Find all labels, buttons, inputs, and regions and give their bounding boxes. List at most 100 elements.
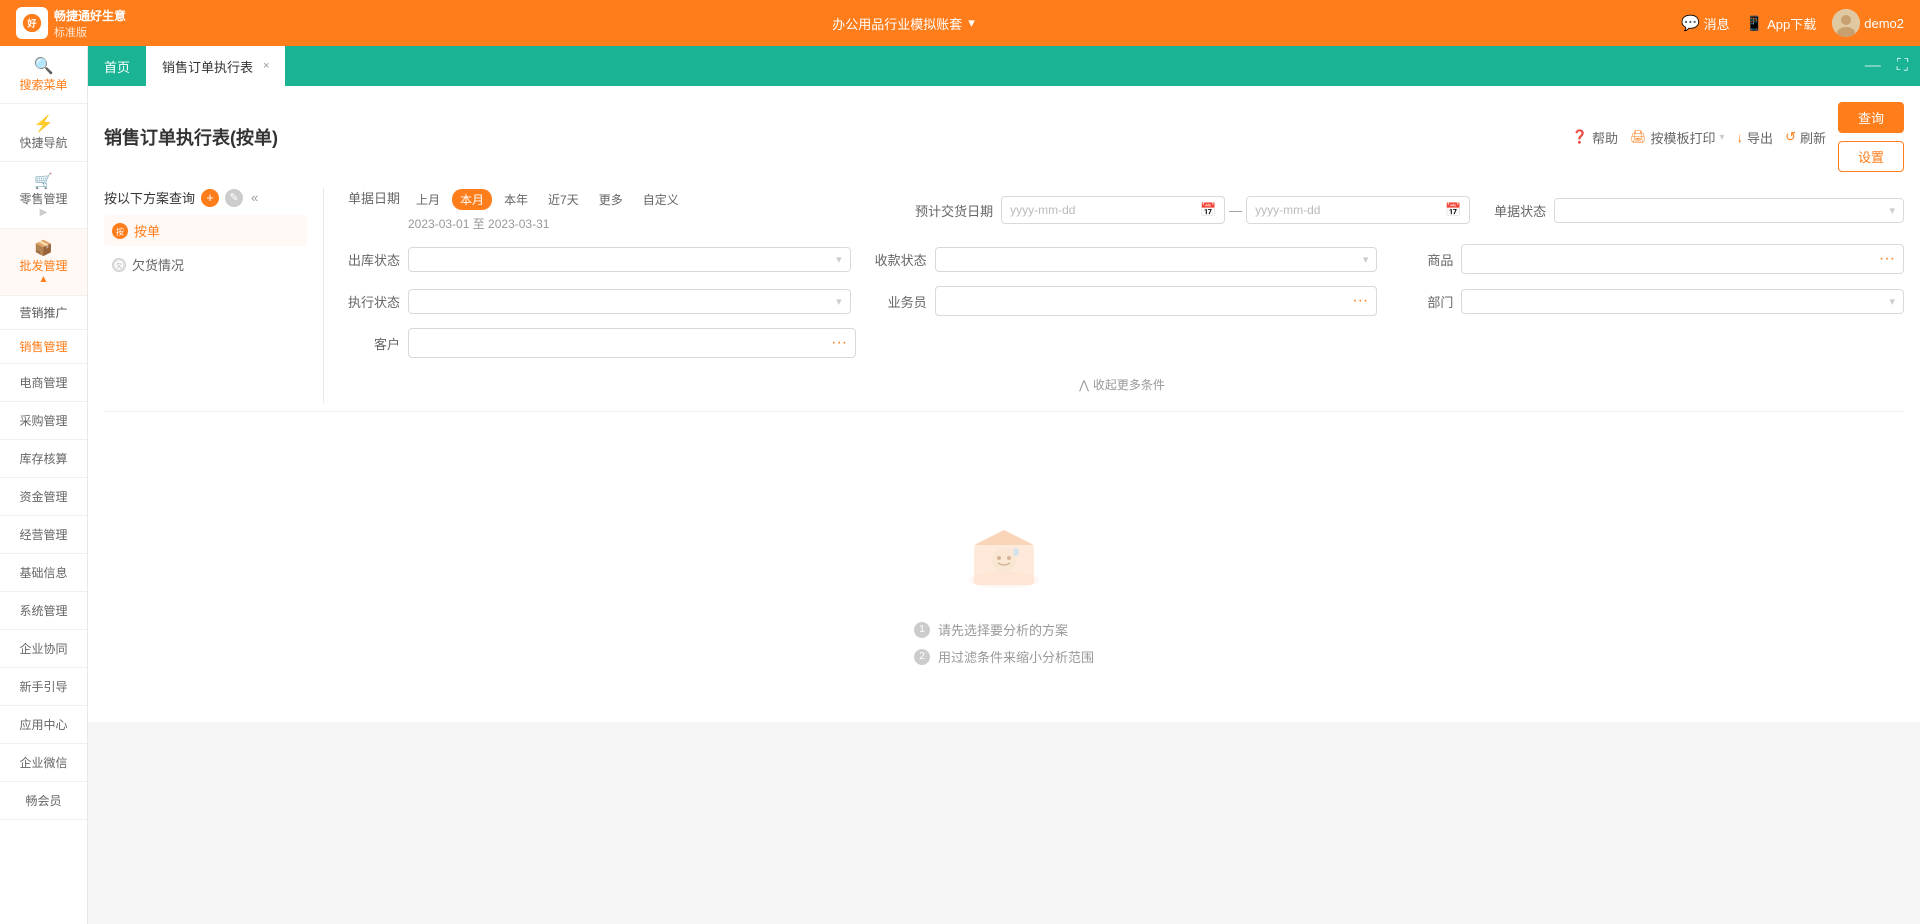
collection-status-select[interactable]: ▾ xyxy=(935,247,1378,272)
tab-bar: 首页 销售订单执行表 × — ⛶ xyxy=(88,46,1920,86)
sidebar-item-purchase[interactable]: 采购管理 xyxy=(0,402,87,440)
nav-dropdown-icon[interactable]: ▾ xyxy=(968,15,975,31)
goods-label: 商品 xyxy=(1393,250,1453,269)
export-action[interactable]: ↓ 导出 xyxy=(1737,128,1774,147)
svg-text:按: 按 xyxy=(116,226,124,236)
logo-icon: 好 xyxy=(16,7,48,39)
tab-close-icon[interactable]: × xyxy=(263,60,269,72)
sidebar-item-system[interactable]: 系统管理 xyxy=(0,592,87,630)
filter-doc-status: 单据状态 ▾ xyxy=(1486,198,1904,223)
plan-item-quhuo[interactable]: 欠 欠货情况 xyxy=(104,250,307,279)
tab-bar-right: — ⛶ xyxy=(1861,53,1920,79)
tab-this-month[interactable]: 本月 xyxy=(452,189,492,210)
app-download-icon: 📱 xyxy=(1746,15,1763,32)
predicted-date-to[interactable]: yyyy-mm-dd 📅 xyxy=(1246,196,1470,224)
tab-minimize-icon[interactable]: — xyxy=(1861,53,1885,79)
add-plan-btn[interactable]: + xyxy=(201,189,219,207)
sidebar-item-finance[interactable]: 资金管理 xyxy=(0,478,87,516)
query-button[interactable]: 查询 xyxy=(1838,102,1904,133)
logo-text: 畅捷通好生意 标准版 xyxy=(54,7,126,40)
salesperson-label: 业务员 xyxy=(867,292,927,311)
sidebar-item-quick-nav[interactable]: ⚡ 快捷导航 xyxy=(0,104,87,162)
tab-more[interactable]: 更多 xyxy=(591,188,631,211)
print-dropdown-icon: ▾ xyxy=(1720,132,1725,143)
goods-input[interactable]: ··· xyxy=(1461,244,1904,274)
predicted-date-from[interactable]: yyyy-mm-dd 📅 xyxy=(1001,196,1225,224)
customer-label: 客户 xyxy=(340,334,400,353)
print-action[interactable]: 🖨 按模板打印 ▾ xyxy=(1630,128,1725,147)
edit-plan-btn[interactable]: ✎ xyxy=(225,189,243,207)
sidebar-item-ecommerce[interactable]: 电商管理 xyxy=(0,364,87,402)
tab-maximize-icon[interactable]: ⛶ xyxy=(1893,53,1912,79)
wholesale-icon: 📦 xyxy=(4,239,83,257)
plan-icon: 按 xyxy=(112,223,128,239)
sidebar-item-newbie[interactable]: 新手引导 xyxy=(0,668,87,706)
exec-status-select[interactable]: ▾ xyxy=(408,289,851,314)
customer-input[interactable]: ··· xyxy=(408,328,856,358)
export-label: 导出 xyxy=(1747,128,1773,147)
sidebar-item-basics[interactable]: 基础信息 xyxy=(0,554,87,592)
plan-label-quhuo: 欠货情况 xyxy=(132,255,184,274)
tip-text-2: 用过滤条件来缩小分析范围 xyxy=(938,647,1094,666)
sidebar: 🔍 搜索菜单 ⚡ 快捷导航 🛒 零售管理 ▶ 📦 批发管理 ▲ 营销推广 销售管… xyxy=(0,46,88,924)
sidebar-item-operations[interactable]: 经营管理 xyxy=(0,516,87,554)
out-status-dropdown-icon: ▾ xyxy=(836,253,842,266)
sidebar-item-wechat[interactable]: 企业微信 xyxy=(0,744,87,782)
dept-dropdown-icon: ▾ xyxy=(1889,295,1895,308)
avatar xyxy=(1832,9,1860,37)
goods-dots-btn[interactable]: ··· xyxy=(1879,250,1895,268)
calendar-icon-to: 📅 xyxy=(1445,202,1461,218)
tab-last-month[interactable]: 上月 xyxy=(408,188,448,211)
tab-home-label: 首页 xyxy=(104,57,130,76)
plan-item-bidan[interactable]: 按 按单 xyxy=(104,215,307,246)
search-icon: 🔍 xyxy=(4,56,83,76)
salesperson-dots-btn[interactable]: ··· xyxy=(1352,292,1368,310)
tip-num-1: 1 xyxy=(914,622,930,638)
sidebar-item-member[interactable]: 畅会员 xyxy=(0,782,87,820)
doc-status-select[interactable]: ▾ xyxy=(1554,198,1904,223)
tab-home[interactable]: 首页 xyxy=(88,46,146,86)
filter-out-status: 出库状态 ▾ xyxy=(340,247,851,272)
tab-custom[interactable]: 自定义 xyxy=(635,188,687,211)
svg-text:欠: 欠 xyxy=(116,262,122,270)
dept-label: 部门 xyxy=(1393,292,1453,311)
help-action[interactable]: ❓ 帮助 xyxy=(1572,128,1618,147)
message-nav-item[interactable]: 💬 消息 xyxy=(1681,14,1730,33)
filter-row-3: 执行状态 ▾ 业务员 ··· xyxy=(340,286,1904,316)
page-container: 销售订单执行表(按单) ❓ 帮助 🖨 按模板打印 ▾ ↓ xyxy=(88,86,1920,722)
sidebar-item-marketing[interactable]: 营销推广 xyxy=(0,296,87,330)
out-status-select[interactable]: ▾ xyxy=(408,247,851,272)
filter-row-1: 单据日期 上月 本月 本年 近7天 更多 自定义 xyxy=(340,188,1904,232)
sidebar-item-appstore[interactable]: 应用中心 xyxy=(0,706,87,744)
sidebar-item-inventory[interactable]: 库存核算 xyxy=(0,440,87,478)
collection-status-dropdown-icon: ▾ xyxy=(1363,253,1369,266)
refresh-action[interactable]: ↺ 刷新 xyxy=(1785,128,1826,147)
app-download-nav-item[interactable]: 📱 App下载 xyxy=(1746,14,1817,33)
tab-last-7-days[interactable]: 近7天 xyxy=(540,188,587,211)
collapse-more-btn[interactable]: ⋀ 收起更多条件 xyxy=(340,370,1904,403)
empty-tips: 1 请先选择要分析的方案 2 用过滤条件来缩小分析范围 xyxy=(914,620,1094,666)
quick-nav-icon: ⚡ xyxy=(4,114,83,134)
page-title: 销售订单执行表(按单) xyxy=(104,124,278,150)
tip-text-1: 请先选择要分析的方案 xyxy=(938,620,1068,639)
tab-active-label: 销售订单执行表 xyxy=(162,57,253,76)
svg-text:好: 好 xyxy=(26,18,36,29)
collapse-left-btn[interactable]: « xyxy=(251,190,258,205)
sidebar-item-sales[interactable]: 销售管理 xyxy=(0,330,87,364)
set-button[interactable]: 设置 xyxy=(1838,141,1904,172)
user-nav-item[interactable]: demo2 xyxy=(1832,9,1904,37)
customer-dots-btn[interactable]: ··· xyxy=(831,334,847,352)
tab-active[interactable]: 销售订单执行表 × xyxy=(146,46,285,86)
sidebar-item-enterprise[interactable]: 企业协同 xyxy=(0,630,87,668)
action-buttons: 查询 设置 xyxy=(1838,102,1904,172)
salesperson-input[interactable]: ··· xyxy=(935,286,1378,316)
tab-this-year[interactable]: 本年 xyxy=(496,188,536,211)
sidebar-item-wholesale[interactable]: 📦 批发管理 ▲ xyxy=(0,229,87,296)
sidebar-item-search[interactable]: 🔍 搜索菜单 xyxy=(0,46,87,104)
sidebar-item-retail[interactable]: 🛒 零售管理 ▶ xyxy=(0,162,87,229)
filter-date-tabs: 上月 本月 本年 近7天 更多 自定义 xyxy=(408,188,687,211)
empty-tip-1: 1 请先选择要分析的方案 xyxy=(914,620,1094,639)
logo-area: 好 畅捷通好生意 标准版 xyxy=(16,7,126,40)
filter-customer: 客户 ··· xyxy=(340,328,856,358)
dept-select[interactable]: ▾ xyxy=(1461,289,1904,314)
